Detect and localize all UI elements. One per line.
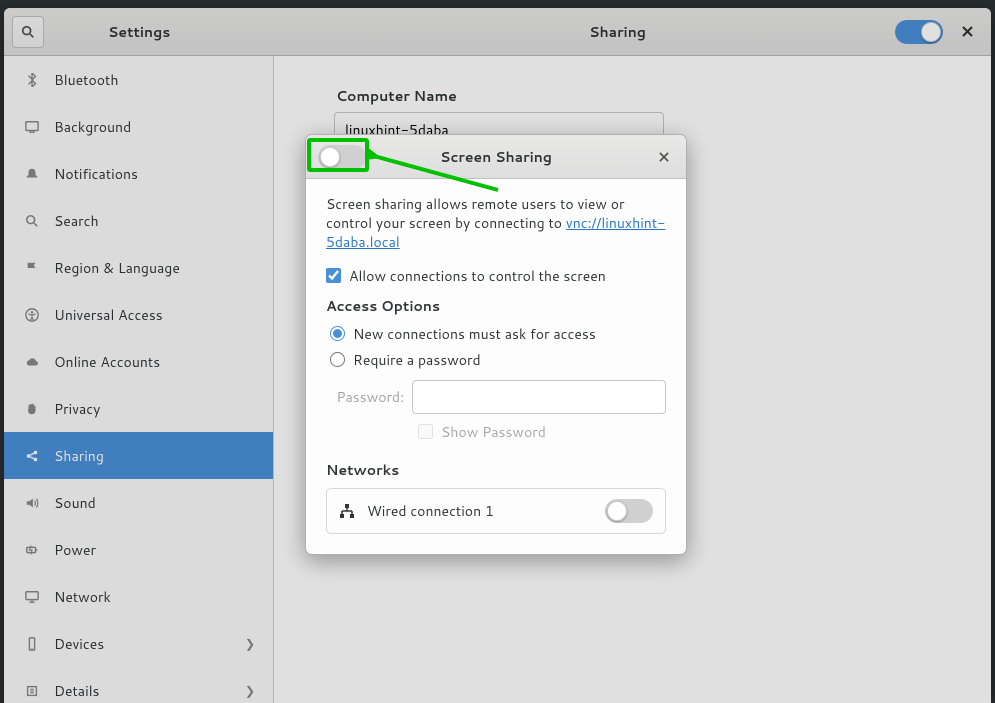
show-password-row[interactable]: Show Password <box>418 422 666 442</box>
access-options-heading: Access Options <box>326 296 666 316</box>
screen-sharing-toggle[interactable] <box>318 145 366 169</box>
password-input[interactable] <box>412 380 666 414</box>
show-password-label: Show Password <box>441 422 546 442</box>
allow-control-label: Allow connections to control the screen <box>349 266 606 286</box>
wired-network-icon <box>339 503 355 519</box>
screen-sharing-dialog: Screen Sharing Screen sharing allows rem… <box>305 134 687 555</box>
show-password-checkbox[interactable] <box>418 424 433 439</box>
network-row: Wired connection 1 <box>326 488 666 534</box>
close-icon <box>659 152 669 162</box>
dialog-description: Screen sharing allows remote users to vi… <box>326 195 666 252</box>
password-label: Password: <box>334 387 404 407</box>
radio-password-label: Require a password <box>353 350 481 370</box>
radio-ask-label: New connections must ask for access <box>353 324 596 344</box>
dialog-title: Screen Sharing <box>440 147 552 167</box>
radio-ask[interactable] <box>330 326 345 341</box>
allow-control-checkbox[interactable] <box>326 268 341 283</box>
allow-control-checkbox-row[interactable]: Allow connections to control the screen <box>326 266 666 286</box>
radio-password-row[interactable]: Require a password <box>330 350 666 370</box>
dialog-close-button[interactable] <box>652 145 676 169</box>
radio-password[interactable] <box>330 352 345 367</box>
networks-heading: Networks <box>326 460 666 480</box>
dialog-header: Screen Sharing <box>306 135 686 179</box>
network-toggle[interactable] <box>605 499 653 523</box>
radio-ask-row[interactable]: New connections must ask for access <box>330 324 666 344</box>
network-label: Wired connection 1 <box>367 501 605 521</box>
